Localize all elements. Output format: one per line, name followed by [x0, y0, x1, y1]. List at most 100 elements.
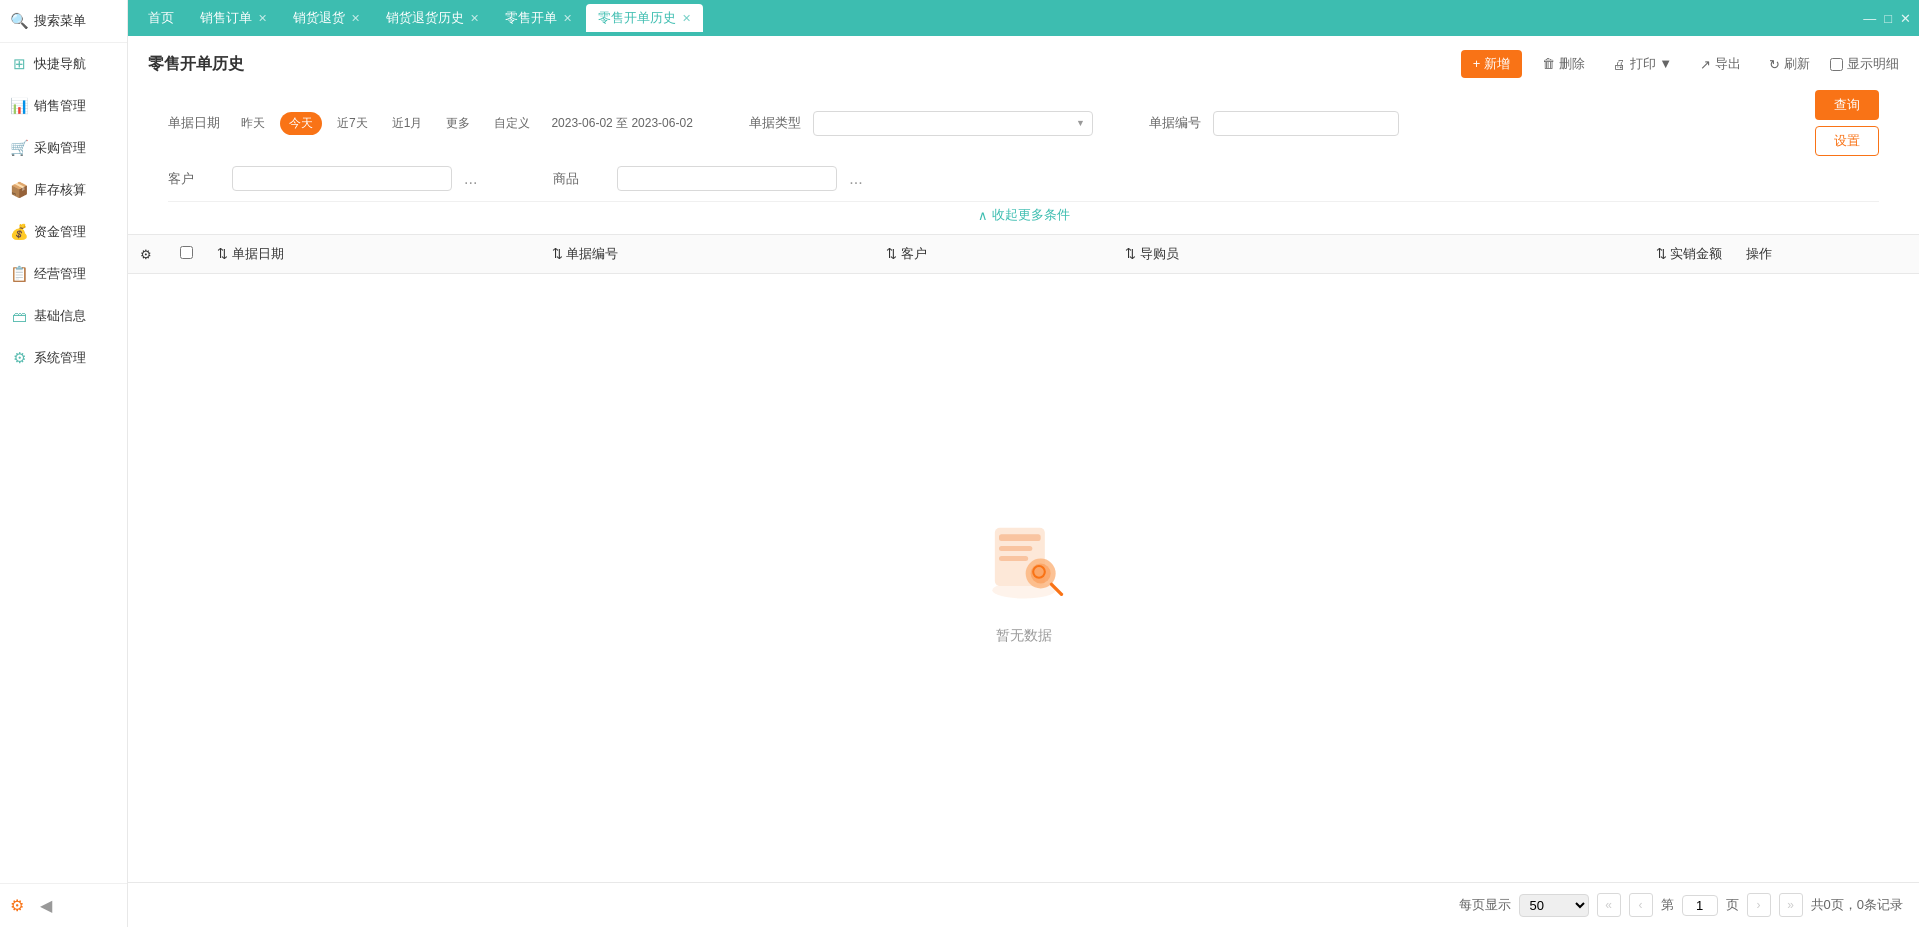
- toolbar-actions: + 新增 🗑 删除 🖨 🖨 打印 打印 ▼ ↗ 导出 ↻ 刷新: [1461, 50, 1899, 78]
- product-input[interactable]: [617, 166, 837, 191]
- date-btn-today[interactable]: 今天: [280, 112, 322, 135]
- tab-sales-return-history[interactable]: 销货退货历史 ✕: [374, 4, 491, 32]
- sidebar-item-label: 经营管理: [34, 265, 86, 283]
- table-header: ⚙ ⇅ 单据日期 ⇅ 单据编号: [128, 235, 1919, 274]
- col-date: ⇅ 单据日期: [205, 235, 540, 274]
- sales-icon: 📊: [10, 97, 28, 115]
- sidebar-item-quick-nav[interactable]: ⊞ 快捷导航: [0, 43, 127, 85]
- doc-type-select[interactable]: [813, 111, 1093, 136]
- sidebar-item-label: 库存核算: [34, 181, 86, 199]
- last-page-btn[interactable]: »: [1779, 893, 1803, 917]
- top-nav-right: — □ ✕: [1863, 11, 1911, 26]
- svg-rect-2: [999, 534, 1041, 541]
- print-button[interactable]: 🖨 🖨 打印 打印 ▼: [1605, 51, 1680, 77]
- export-button[interactable]: ↗ 导出: [1692, 51, 1749, 77]
- date-btn-custom[interactable]: 自定义: [485, 112, 539, 135]
- col-settings: ⚙: [128, 235, 168, 274]
- date-quick-buttons: 昨天 今天 近7天 近1月 更多 自定义: [232, 112, 539, 135]
- select-all-checkbox[interactable]: [180, 246, 193, 259]
- tab-retail-open[interactable]: 零售开单 ✕: [493, 4, 584, 32]
- new-button[interactable]: + 新增: [1461, 50, 1522, 78]
- per-page-select[interactable]: 50 10 20 100: [1519, 894, 1589, 917]
- prev-page-btn[interactable]: ‹: [1629, 893, 1653, 917]
- window-maximize-btn[interactable]: □: [1884, 11, 1892, 26]
- tab-sales-order[interactable]: 销售订单 ✕: [188, 4, 279, 32]
- finance-icon: 💰: [10, 223, 28, 241]
- date-btn-yesterday[interactable]: 昨天: [232, 112, 274, 135]
- sidebar-item-purchase-mgmt[interactable]: 🛒 采购管理: [0, 127, 127, 169]
- empty-text: 暂无数据: [996, 627, 1052, 645]
- doc-no-label: 单据编号: [1149, 114, 1205, 132]
- close-tab-sales-return[interactable]: ✕: [351, 12, 360, 25]
- customer-dots[interactable]: ...: [464, 170, 477, 188]
- sidebar-item-finance[interactable]: 💰 资金管理: [0, 211, 127, 253]
- col-amount: ⇅ 实销金额: [1400, 235, 1735, 274]
- filter-product-field: 商品 ...: [553, 166, 862, 191]
- page-title-row: 零售开单历史 + 新增 🗑 删除 🖨 🖨 打印 打印 ▼ ↗ 导出 ↻: [148, 50, 1899, 78]
- purchase-icon: 🛒: [10, 139, 28, 157]
- tab-sales-return[interactable]: 销货退货 ✕: [281, 4, 372, 32]
- filter-doc-type-field: 单据类型: [749, 111, 1093, 136]
- filter-right-actions: 查询 设置: [1815, 90, 1879, 156]
- date-btn-last-month[interactable]: 近1月: [383, 112, 432, 135]
- sidebar-item-base-info[interactable]: 🗃 基础信息: [0, 295, 127, 337]
- product-dots[interactable]: ...: [849, 170, 862, 188]
- export-icon: ↗: [1700, 57, 1711, 72]
- date-btn-more[interactable]: 更多: [437, 112, 479, 135]
- sidebar-bottom: ⚙ ◀: [0, 883, 127, 927]
- first-page-btn[interactable]: «: [1597, 893, 1621, 917]
- customer-input[interactable]: [232, 166, 452, 191]
- operations-icon: 📋: [10, 265, 28, 283]
- close-tab-sales-order[interactable]: ✕: [258, 12, 267, 25]
- tab-home[interactable]: 首页: [136, 9, 186, 27]
- close-tab-retail-open-history[interactable]: ✕: [682, 12, 691, 25]
- col-salesperson: ⇅ 导购员: [1113, 235, 1400, 274]
- display-detail-input[interactable]: [1830, 58, 1843, 71]
- svg-rect-4: [999, 556, 1028, 561]
- window-close-btn[interactable]: ✕: [1900, 11, 1911, 26]
- next-page-btn[interactable]: ›: [1747, 893, 1771, 917]
- doc-no-input[interactable]: [1213, 111, 1399, 136]
- doc-type-select-wrapper: [813, 111, 1093, 136]
- close-tab-retail-open[interactable]: ✕: [563, 12, 572, 25]
- window-minimize-btn[interactable]: —: [1863, 11, 1876, 26]
- per-page-label: 每页显示: [1459, 896, 1511, 914]
- filter-customer-row: 客户 ... 商品 ...: [168, 166, 1879, 191]
- sidebar-search[interactable]: 🔍 搜索菜单: [0, 0, 127, 43]
- empty-state: 暂无数据: [128, 274, 1919, 882]
- top-nav: 首页 销售订单 ✕ 销货退货 ✕ 销货退货历史 ✕ 零售开单 ✕ 零售开单历史 …: [128, 0, 1919, 36]
- refresh-button[interactable]: ↻ 刷新: [1761, 51, 1818, 77]
- base-info-icon: 🗃: [10, 307, 28, 325]
- svg-rect-3: [999, 546, 1032, 551]
- inventory-icon: 📦: [10, 181, 28, 199]
- filter-customer-field: 客户 ...: [168, 166, 477, 191]
- page-number-input[interactable]: [1682, 895, 1718, 916]
- tab-retail-open-history[interactable]: 零售开单历史 ✕: [586, 4, 703, 32]
- sidebar-item-operations[interactable]: 📋 经营管理: [0, 253, 127, 295]
- sidebar-item-inventory[interactable]: 📦 库存核算: [0, 169, 127, 211]
- sidebar-item-sys-mgmt[interactable]: ⚙ 系统管理: [0, 337, 127, 379]
- date-btn-last7[interactable]: 近7天: [328, 112, 377, 135]
- table-settings-icon[interactable]: ⚙: [140, 247, 152, 262]
- close-tab-sales-return-history[interactable]: ✕: [470, 12, 479, 25]
- sidebar-item-label: 快捷导航: [34, 55, 86, 73]
- page-title: 零售开单历史: [148, 54, 244, 75]
- sidebar-search-label: 搜索菜单: [34, 12, 86, 30]
- display-detail-checkbox[interactable]: 显示明细: [1830, 55, 1899, 73]
- page-header: 零售开单历史 + 新增 🗑 删除 🖨 🖨 打印 打印 ▼ ↗ 导出 ↻: [128, 36, 1919, 235]
- collapse-sidebar-icon[interactable]: ◀: [40, 896, 52, 915]
- sys-mgmt-icon: ⚙: [10, 349, 28, 367]
- collapse-filter-btn[interactable]: ∧ 收起更多条件: [168, 201, 1879, 234]
- pagination: 每页显示 50 10 20 100 « ‹ 第 页 › » 共0页，0条记录: [128, 882, 1919, 927]
- sidebar-item-sales-mgmt[interactable]: 📊 销售管理: [0, 85, 127, 127]
- customer-label: 客户: [168, 170, 224, 188]
- query-button[interactable]: 查询: [1815, 90, 1879, 120]
- main-area: 首页 销售订单 ✕ 销货退货 ✕ 销货退货历史 ✕ 零售开单 ✕ 零售开单历史 …: [128, 0, 1919, 927]
- collapse-label: 收起更多条件: [992, 206, 1070, 224]
- col-action: 操作: [1734, 235, 1919, 274]
- setting-button[interactable]: 设置: [1815, 126, 1879, 156]
- delete-button[interactable]: 🗑 删除: [1534, 51, 1593, 77]
- col-checkbox: [168, 235, 205, 274]
- settings-bottom-icon[interactable]: ⚙: [10, 896, 24, 915]
- filter-date-row: 单据日期 昨天 今天 近7天 近1月 更多 自定义 2023-06-02 至 2…: [168, 90, 1879, 156]
